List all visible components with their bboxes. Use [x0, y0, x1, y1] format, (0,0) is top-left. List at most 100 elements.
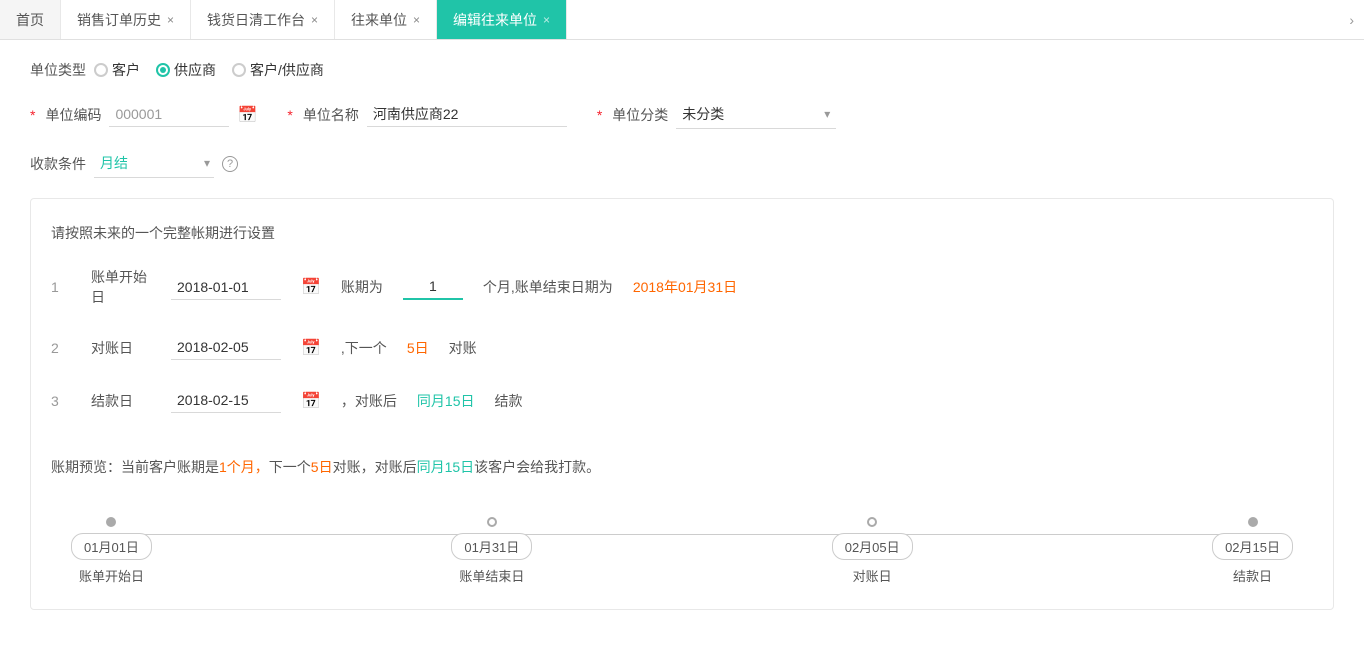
tab-home[interactable]: 首页 [0, 0, 61, 39]
radio-customer-circle [94, 63, 108, 77]
tab-cash-work[interactable]: 钱货日清工作台 × [191, 0, 335, 39]
timeline-date-3: 02月05日 [832, 533, 913, 560]
unit-code-input[interactable] [109, 102, 229, 127]
unit-code-star: * [30, 107, 35, 123]
start-date-input[interactable] [171, 275, 281, 300]
unit-name-label: 单位名称 [303, 105, 359, 125]
row-num-1: 1 [51, 279, 71, 295]
radio-both-label: 客户/供应商 [250, 60, 324, 80]
preview-highlight1: 1个月， [219, 459, 269, 475]
timeline-label-1: 账单开始日 [79, 566, 144, 585]
card-row-1: 1 账单开始日 📅 账期为 个月,账单结束日期为 2018年01月31日 [51, 267, 1313, 307]
unit-info-row: * 单位编码 📅 * 单位名称 * 单位分类 未分类 ▾ [30, 100, 1334, 129]
reconcile-post: 对账 [449, 338, 477, 358]
timeline-date-2: 01月31日 [451, 533, 532, 560]
unit-code-item: * 单位编码 📅 [30, 102, 257, 127]
preview-mid1: 下一个 [269, 459, 311, 475]
timeline-label-4: 结款日 [1233, 566, 1272, 585]
payment-term-select[interactable]: 月结 ▾ [94, 149, 214, 178]
preview-mid2: 对账，对账后 [333, 459, 417, 475]
preview-highlight2: 5日 [311, 459, 333, 475]
tab-edit-partner[interactable]: 编辑往来单位 × [437, 0, 567, 39]
card-row-3: 3 结款日 📅 ，对账后 同月15日 结款 [51, 388, 1313, 413]
preview-prefix: 账期预览：当前客户账期是 [51, 459, 219, 475]
reconcile-date-input[interactable] [171, 335, 281, 360]
radio-customer-label: 客户 [112, 60, 140, 80]
unit-type-row: 单位类型 客户 供应商 客户/供应商 [30, 60, 1334, 80]
unit-name-input[interactable] [367, 102, 567, 127]
payment-date-input[interactable] [171, 388, 281, 413]
close-edit-partner[interactable]: × [543, 13, 550, 27]
unit-category-select[interactable]: 未分类 ▾ [676, 100, 836, 129]
timeline-dot-3 [867, 517, 877, 527]
unit-category-item: * 单位分类 未分类 ▾ [597, 100, 836, 129]
start-date-cal-icon[interactable]: 📅 [301, 277, 321, 297]
card-title: 请按照未来的一个完整帐期进行设置 [51, 223, 1313, 243]
timeline-dot-4 [1248, 517, 1258, 527]
row-type-start: 账单开始日 [91, 267, 151, 307]
close-partner[interactable]: × [413, 13, 420, 27]
main-content: 单位类型 客户 供应商 客户/供应商 * 单位编码 [0, 40, 1364, 650]
timeline-label-3: 对账日 [853, 566, 892, 585]
payment-term-item: 收款条件 月结 ▾ ? [30, 149, 238, 178]
row-num-2: 2 [51, 340, 71, 356]
payment-term-row: 收款条件 月结 ▾ ? [30, 149, 1334, 178]
period-value-input[interactable] [403, 274, 463, 300]
timeline-items: 01月01日 账单开始日 01月31日 账单结束日 02月05日 对账日 02月… [71, 517, 1293, 585]
unit-name-star: * [287, 107, 292, 123]
reconcile-date-cal-icon[interactable]: 📅 [301, 338, 321, 358]
unit-type-item: 单位类型 客户 供应商 客户/供应商 [30, 60, 324, 80]
timeline-item-2: 01月31日 账单结束日 [451, 517, 532, 585]
unit-category-value: 未分类 [682, 104, 724, 124]
row-type-reconcile: 对账日 [91, 338, 151, 358]
unit-category-arrow: ▾ [824, 107, 830, 121]
payment-term-arrow: ▾ [204, 156, 210, 170]
tab-bar: 首页 销售订单历史 × 钱货日清工作台 × 往来单位 × 编辑往来单位 × › [0, 0, 1364, 40]
period-unit: 个月,账单结束日期为 [483, 277, 613, 297]
unit-category-label: 单位分类 [612, 105, 668, 125]
payment-term-label: 收款条件 [30, 154, 86, 174]
unit-type-label: 单位类型 [30, 60, 86, 80]
timeline-date-1: 01月01日 [71, 533, 152, 560]
payment-term-value: 月结 [94, 149, 152, 177]
payment-date-cal-icon[interactable]: 📅 [301, 391, 321, 411]
timeline-label-2: 账单结束日 [459, 566, 524, 585]
timeline-item-4: 02月15日 结款日 [1212, 517, 1293, 585]
radio-customer[interactable]: 客户 [94, 60, 140, 80]
timeline-container: 01月01日 账单开始日 01月31日 账单结束日 02月05日 对账日 02月… [51, 517, 1313, 585]
help-icon[interactable]: ? [222, 156, 238, 172]
row-type-payment: 结款日 [91, 391, 151, 411]
tab-partner[interactable]: 往来单位 × [335, 0, 437, 39]
unit-name-item: * 单位名称 [287, 102, 566, 127]
unit-code-label: 单位编码 [45, 105, 101, 125]
close-cash-work[interactable]: × [311, 13, 318, 27]
tab-expand-btn[interactable]: › [1339, 0, 1364, 39]
tab-sales-history[interactable]: 销售订单历史 × [61, 0, 191, 39]
timeline-date-4: 02月15日 [1212, 533, 1293, 560]
timeline-dot-2 [487, 517, 497, 527]
preview-suffix: 该客户会给我打款。 [474, 459, 600, 475]
radio-both[interactable]: 客户/供应商 [232, 60, 324, 80]
unit-category-star: * [597, 107, 602, 123]
payment-post: 结款 [495, 391, 523, 411]
period-end-date: 2018年01月31日 [633, 277, 737, 297]
reconcile-highlight: 5日 [407, 338, 429, 358]
preview-highlight3: 同月15日 [417, 459, 475, 475]
payment-highlight: 同月15日 [417, 391, 475, 411]
radio-supplier-label: 供应商 [174, 60, 216, 80]
radio-supplier-circle [156, 63, 170, 77]
payment-pre: ，对账后 [341, 391, 397, 411]
card-row-2: 2 对账日 📅 ,下一个 5日 对账 [51, 335, 1313, 360]
radio-supplier[interactable]: 供应商 [156, 60, 216, 80]
timeline-item-1: 01月01日 账单开始日 [71, 517, 152, 585]
timeline-item-3: 02月05日 对账日 [832, 517, 913, 585]
preview-section: 账期预览：当前客户账期是1个月，下一个5日对账，对账后同月15日该客户会给我打款… [51, 441, 1313, 487]
reconcile-pre: ,下一个 [341, 338, 387, 358]
unit-code-copy-icon[interactable]: 📅 [237, 105, 257, 125]
unit-type-radio-group: 客户 供应商 客户/供应商 [94, 60, 324, 80]
timeline-dot-1 [106, 517, 116, 527]
row-num-3: 3 [51, 393, 71, 409]
close-sales-history[interactable]: × [167, 13, 174, 27]
period-label: 账期为 [341, 277, 383, 297]
period-settings-card: 请按照未来的一个完整帐期进行设置 1 账单开始日 📅 账期为 个月,账单结束日期… [30, 198, 1334, 610]
